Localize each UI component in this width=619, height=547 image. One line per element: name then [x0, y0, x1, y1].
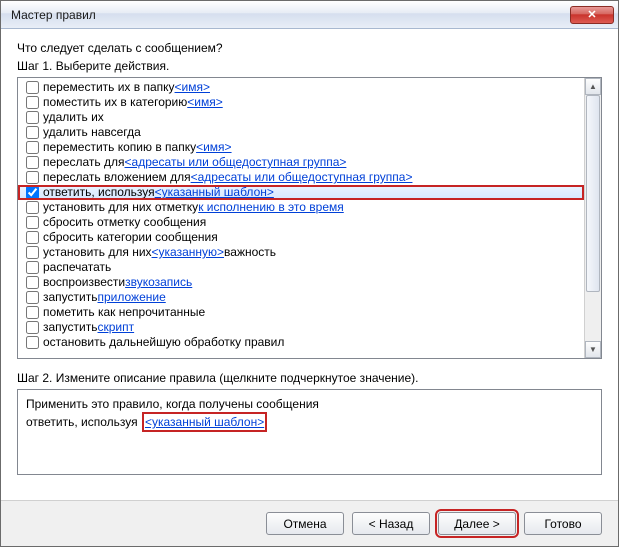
action-row[interactable]: установить для них отметку к исполнению …: [18, 200, 584, 215]
scroll-track[interactable]: [585, 95, 601, 341]
action-link[interactable]: <указанный шаблон>: [155, 185, 274, 200]
action-row[interactable]: поместить их в категорию <имя>: [18, 95, 584, 110]
action-row[interactable]: установить для них <указанную> важность: [18, 245, 584, 260]
cancel-button[interactable]: Отмена: [266, 512, 344, 535]
action-row[interactable]: сбросить отметку сообщения: [18, 215, 584, 230]
action-row[interactable]: удалить их: [18, 110, 584, 125]
action-row[interactable]: воспроизвести звукозапись: [18, 275, 584, 290]
action-checkbox[interactable]: [26, 141, 39, 154]
action-text: установить для них: [43, 245, 152, 260]
actions-box: переместить их в папку <имя>поместить их…: [17, 77, 602, 359]
action-text: пометить как непрочитанные: [43, 305, 205, 320]
action-text: воспроизвести: [43, 275, 125, 290]
action-row[interactable]: пометить как непрочитанные: [18, 305, 584, 320]
action-checkbox[interactable]: [26, 171, 39, 184]
action-checkbox[interactable]: [26, 231, 39, 244]
action-row[interactable]: запустить скрипт: [18, 320, 584, 335]
action-link[interactable]: скрипт: [98, 320, 135, 335]
action-link[interactable]: к исполнению в это время: [198, 200, 344, 215]
action-checkbox[interactable]: [26, 186, 39, 199]
action-text: запустить: [43, 320, 98, 335]
action-checkbox[interactable]: [26, 96, 39, 109]
rules-wizard-window: Мастер правил ✕ Что следует сделать с со…: [0, 0, 619, 547]
description-box: Применить это правило, когда получены со…: [17, 389, 602, 475]
close-button[interactable]: ✕: [570, 6, 614, 24]
action-text: остановить дальнейшую обработку правил: [43, 335, 284, 350]
action-checkbox[interactable]: [26, 276, 39, 289]
action-checkbox[interactable]: [26, 81, 39, 94]
action-text: переслать для: [43, 155, 125, 170]
close-icon: ✕: [587, 8, 596, 21]
action-link[interactable]: <указанную>: [152, 245, 225, 260]
action-row[interactable]: остановить дальнейшую обработку правил: [18, 335, 584, 350]
action-link[interactable]: <имя>: [187, 95, 222, 110]
action-link[interactable]: <имя>: [196, 140, 231, 155]
action-text: запустить: [43, 290, 98, 305]
action-text: удалить их: [43, 110, 104, 125]
action-checkbox[interactable]: [26, 306, 39, 319]
action-row[interactable]: удалить навсегда: [18, 125, 584, 140]
action-tail: важность: [224, 245, 276, 260]
action-link[interactable]: <адресаты или общедоступная группа>: [125, 155, 347, 170]
prompt-text: Что следует сделать с сообщением?: [17, 41, 602, 55]
action-checkbox[interactable]: [26, 321, 39, 334]
window-title: Мастер правил: [11, 8, 570, 22]
action-text: ответить, используя: [43, 185, 155, 200]
action-link[interactable]: <адресаты или общедоступная группа>: [191, 170, 413, 185]
scroll-down-icon[interactable]: ▼: [585, 341, 601, 358]
back-button[interactable]: < Назад: [352, 512, 430, 535]
action-row[interactable]: переместить копию в папку <имя>: [18, 140, 584, 155]
scroll-thumb[interactable]: [586, 95, 600, 292]
action-link[interactable]: приложение: [98, 290, 166, 305]
action-link[interactable]: звукозапись: [125, 275, 192, 290]
action-checkbox[interactable]: [26, 111, 39, 124]
description-template-link[interactable]: <указанный шаблон>: [142, 412, 267, 432]
action-text: переместить их в папку: [43, 80, 175, 95]
action-checkbox[interactable]: [26, 126, 39, 139]
action-checkbox[interactable]: [26, 201, 39, 214]
step2-label: Шаг 2. Измените описание правила (щелкни…: [17, 371, 602, 385]
footer: Отмена < Назад Далее > Готово: [1, 500, 618, 546]
action-row[interactable]: переслать для <адресаты или общедоступна…: [18, 155, 584, 170]
actions-list: переместить их в папку <имя>поместить их…: [18, 78, 584, 358]
action-checkbox[interactable]: [26, 156, 39, 169]
action-checkbox[interactable]: [26, 336, 39, 349]
titlebar: Мастер правил ✕: [1, 1, 618, 29]
action-row[interactable]: переместить их в папку <имя>: [18, 80, 584, 95]
dialog-body: Что следует сделать с сообщением? Шаг 1.…: [1, 29, 618, 500]
action-text: поместить их в категорию: [43, 95, 187, 110]
action-text: распечатать: [43, 260, 111, 275]
action-text: сбросить категории сообщения: [43, 230, 218, 245]
action-text: удалить навсегда: [43, 125, 141, 140]
action-row[interactable]: запустить приложение: [18, 290, 584, 305]
scrollbar[interactable]: ▲ ▼: [584, 78, 601, 358]
action-text: установить для них отметку: [43, 200, 198, 215]
description-line1: Применить это правило, когда получены со…: [26, 396, 593, 412]
action-row[interactable]: ответить, используя <указанный шаблон>: [18, 185, 584, 200]
action-row[interactable]: переслать вложением для <адресаты или об…: [18, 170, 584, 185]
action-row[interactable]: сбросить категории сообщения: [18, 230, 584, 245]
action-text: переслать вложением для: [43, 170, 191, 185]
step1-label: Шаг 1. Выберите действия.: [17, 59, 602, 73]
action-checkbox[interactable]: [26, 291, 39, 304]
action-link[interactable]: <имя>: [175, 80, 210, 95]
next-button[interactable]: Далее >: [438, 512, 516, 535]
description-line2: ответить, используя <указанный шаблон>: [26, 412, 593, 432]
action-checkbox[interactable]: [26, 261, 39, 274]
action-checkbox[interactable]: [26, 246, 39, 259]
description-line2-prefix: ответить, используя: [26, 415, 141, 429]
scroll-up-icon[interactable]: ▲: [585, 78, 601, 95]
action-text: переместить копию в папку: [43, 140, 196, 155]
finish-button[interactable]: Готово: [524, 512, 602, 535]
action-checkbox[interactable]: [26, 216, 39, 229]
action-row[interactable]: распечатать: [18, 260, 584, 275]
action-text: сбросить отметку сообщения: [43, 215, 206, 230]
